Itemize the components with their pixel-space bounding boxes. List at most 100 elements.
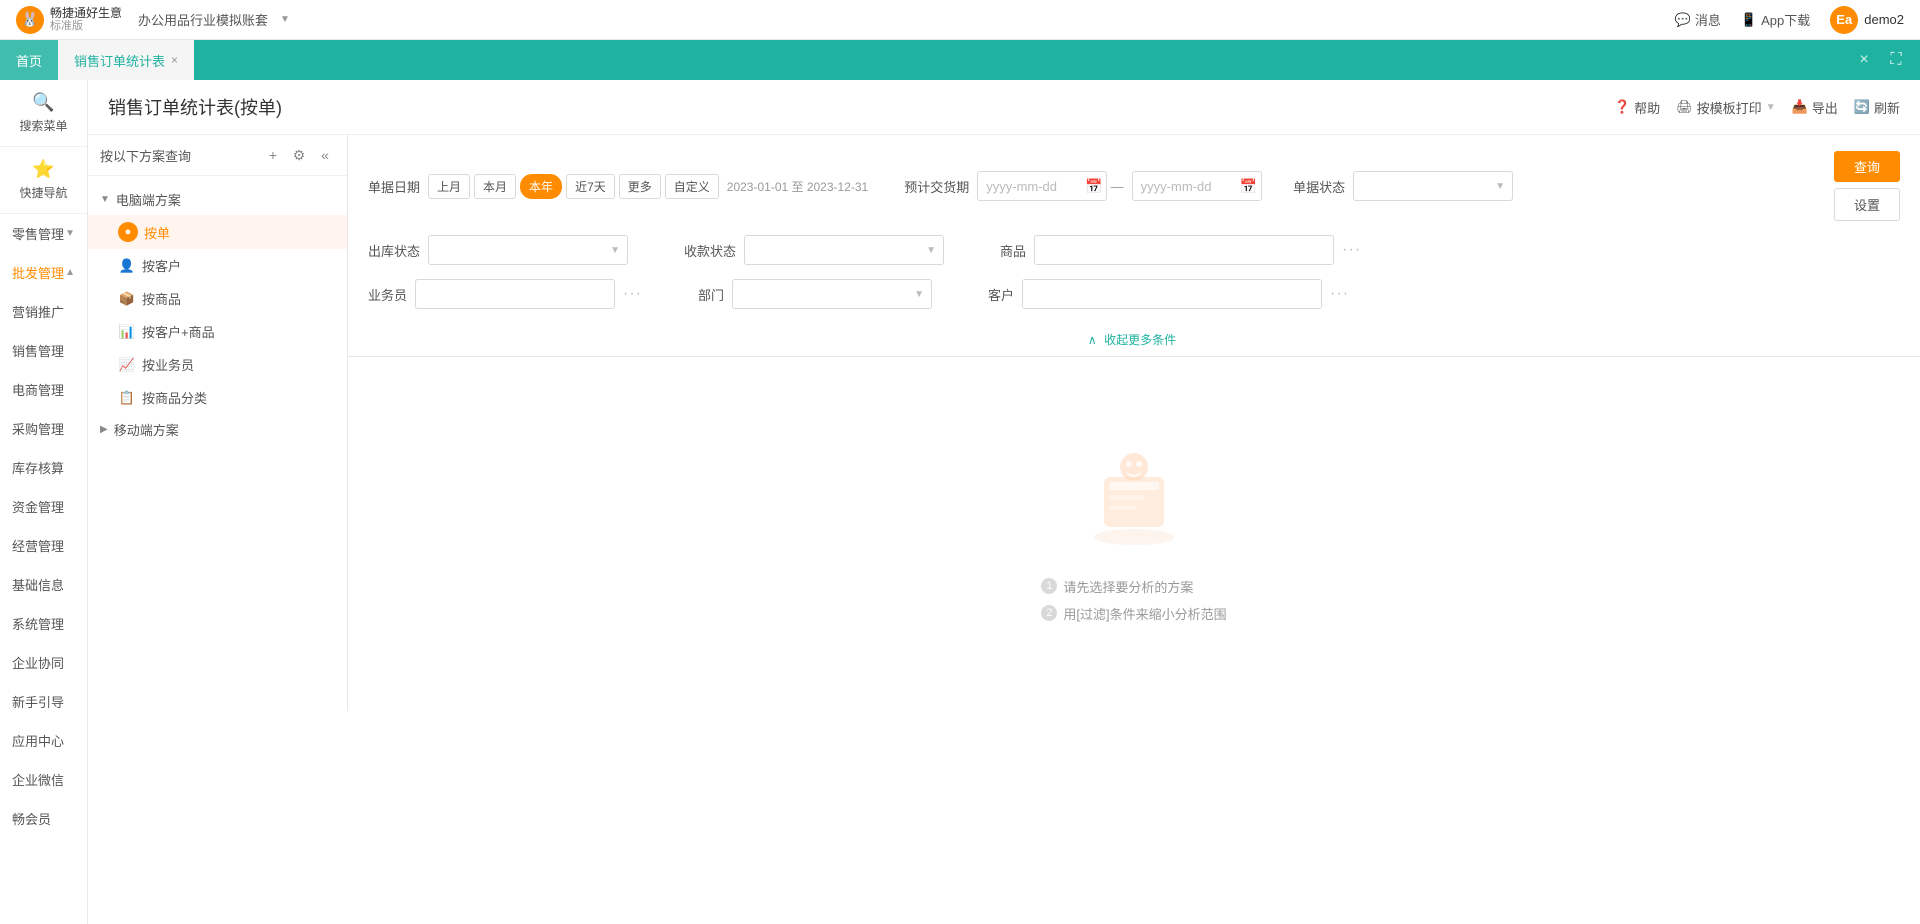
dept-select[interactable] [732, 279, 932, 309]
tab-home[interactable]: 首页 [0, 40, 58, 80]
scheme-collapse-button[interactable]: « [315, 145, 335, 165]
sidebar-item-search[interactable]: 🔍 搜索菜单 [0, 80, 87, 147]
sidebar-item-quicknav[interactable]: ⭐ 快捷导航 [0, 147, 87, 214]
content-area: 销售订单统计表(按单) ❓ 帮助 🖨 按模板打印 ▼ 📥 导出 [88, 80, 1920, 924]
date-btn-last-month[interactable]: 上月 [428, 174, 470, 199]
goods-input[interactable] [1034, 235, 1334, 265]
date-to-input[interactable] [1132, 171, 1262, 201]
customer-more-icon[interactable]: ··· [1330, 285, 1349, 303]
scheme-by-order[interactable]: ● 按单 [88, 215, 347, 249]
user-area[interactable]: Ea demo2 [1830, 6, 1904, 34]
date-btn-this-month[interactable]: 本月 [474, 174, 516, 199]
export-button[interactable]: 📥 导出 [1792, 98, 1838, 117]
sidebar-item-apps[interactable]: 应用中心 [0, 721, 87, 760]
pc-group-arrow-icon: ▼ [100, 194, 110, 205]
date-btn-custom[interactable]: 自定义 [665, 174, 719, 199]
collapse-bar-text: 收起更多条件 [1104, 333, 1176, 347]
date-btn-more[interactable]: 更多 [619, 174, 661, 199]
empty-tip-1: 1 请先选择要分析的方案 [1041, 577, 1226, 596]
collapse-bar[interactable]: ∧ 收起更多条件 [368, 323, 1900, 356]
dept-label: 部门 [698, 285, 724, 304]
scheme-by-customer[interactable]: 👤 按客户 [88, 249, 347, 282]
print-icon: 🖨 [1676, 99, 1693, 115]
sidebar-item-corp[interactable]: 企业协同 [0, 643, 87, 682]
scheme-by-category[interactable]: 📋 按商品分类 [88, 381, 347, 414]
sidebar-item-member[interactable]: 畅会员 [0, 799, 87, 838]
system-title-dropdown-icon[interactable]: ▼ [280, 14, 290, 25]
salesperson-group: 业务员 ··· [368, 279, 642, 309]
receipt-status-select[interactable] [744, 235, 944, 265]
sidebar-item-newbie[interactable]: 新手引导 [0, 682, 87, 721]
sidebar-item-basic[interactable]: 基础信息 [0, 565, 87, 604]
refresh-button[interactable]: 🔄 刷新 [1854, 98, 1900, 117]
date-from-input[interactable] [977, 171, 1107, 201]
dept-group: 部门 ▼ [698, 279, 932, 309]
scheme-by-customer-product[interactable]: 📊 按客户+商品 [88, 315, 347, 348]
tab-fullscreen-button[interactable]: ⛶ [1884, 48, 1908, 72]
message-icon: 💬 [1675, 12, 1691, 28]
date-label: 单据日期 [368, 177, 420, 196]
tab-close-icon[interactable]: × [171, 53, 178, 67]
sidebar-item-purchase[interactable]: 采购管理 [0, 409, 87, 448]
scheme-by-product[interactable]: 📦 按商品 [88, 282, 347, 315]
scheme-tree: ▼ 电脑端方案 ● 按单 👤 按客户 [88, 176, 347, 453]
date-btn-7days[interactable]: 近7天 [566, 174, 615, 199]
sidebar-item-operations[interactable]: 经营管理 [0, 526, 87, 565]
sidebar-item-wechat[interactable]: 企业微信 [0, 760, 87, 799]
message-button[interactable]: 💬 消息 [1675, 10, 1721, 29]
ship-status-select[interactable] [428, 235, 628, 265]
filter-row-3: 业务员 ··· 部门 ▼ [368, 279, 1900, 309]
print-dropdown-icon: ▼ [1766, 102, 1776, 113]
sidebar-item-sales[interactable]: 销售管理 [0, 331, 87, 370]
receipt-status-select-wrapper: ▼ [744, 235, 944, 265]
scheme-by-salesperson[interactable]: 📈 按业务员 [88, 348, 347, 381]
date-btns-group: 上月 本月 本年 近7天 更多 自定义 [428, 174, 719, 199]
scheme-panel-actions: + ⚙ « [263, 145, 335, 165]
active-dot: ● [118, 222, 138, 242]
tab-bar: 首页 销售订单统计表 × × ⛶ [0, 40, 1920, 80]
sidebar-item-inventory[interactable]: 库存核算 [0, 448, 87, 487]
print-button[interactable]: 🖨 按模板打印 ▼ [1676, 98, 1775, 117]
dept-select-wrapper: ▼ [732, 279, 932, 309]
mobile-group-header[interactable]: ▶ 移动端方案 [88, 414, 347, 445]
user-name: demo2 [1864, 12, 1904, 27]
empty-state: 1 请先选择要分析的方案 2 用[过滤]条件来缩小分析范围 [348, 357, 1920, 711]
app-download-button[interactable]: 📱 App下载 [1741, 10, 1810, 29]
date-btn-this-year[interactable]: 本年 [520, 174, 562, 199]
tab-close-window-button[interactable]: × [1852, 48, 1876, 72]
scheme-settings-button[interactable]: ⚙ [289, 145, 309, 165]
scheme-panel-header: 按以下方案查询 + ⚙ « [88, 135, 347, 176]
doc-status-select[interactable] [1353, 171, 1513, 201]
two-panel: 按以下方案查询 + ⚙ « ▼ 电脑端方案 [88, 135, 1920, 711]
refresh-icon: 🔄 [1854, 99, 1870, 115]
goods-more-icon[interactable]: ··· [1342, 241, 1361, 259]
salesperson-more-icon[interactable]: ··· [623, 285, 642, 303]
export-icon: 📥 [1792, 99, 1808, 115]
date-filter-group: 单据日期 上月 本月 本年 近7天 更多 自定义 2023-01-01 至 20… [368, 174, 868, 199]
sidebar-item-finance[interactable]: 资金管理 [0, 487, 87, 526]
date-separator: — [1111, 179, 1124, 194]
date-from-group: 📅 [977, 171, 1102, 201]
quicknav-icon: ⭐ [32, 159, 54, 180]
ship-status-select-wrapper: ▼ [428, 235, 628, 265]
reset-button[interactable]: 设置 [1834, 188, 1900, 221]
receipt-status-label: 收款状态 [684, 241, 736, 260]
sidebar-item-marketing[interactable]: 营销推广 [0, 292, 87, 331]
system-title: 办公用品行业模拟账套 [138, 10, 268, 29]
tab-sales-order-stats[interactable]: 销售订单统计表 × [58, 40, 194, 80]
doc-status-group: 单据状态 ▼ [1293, 171, 1513, 201]
scheme-add-button[interactable]: + [263, 145, 283, 165]
query-button[interactable]: 查询 [1834, 151, 1900, 182]
customer-input[interactable] [1022, 279, 1322, 309]
empty-illustration [1074, 437, 1194, 557]
page-header: 销售订单统计表(按单) ❓ 帮助 🖨 按模板打印 ▼ 📥 导出 [88, 80, 1920, 135]
pc-group-header[interactable]: ▼ 电脑端方案 [88, 184, 347, 215]
app-icon: 📱 [1741, 12, 1757, 28]
sidebar-item-system[interactable]: 系统管理 [0, 604, 87, 643]
help-button[interactable]: ❓ 帮助 [1614, 98, 1660, 117]
receipt-status-group: 收款状态 ▼ [684, 235, 944, 265]
salesperson-input[interactable] [415, 279, 615, 309]
sidebar-item-retail[interactable]: 零售管理 ▼ [0, 214, 87, 253]
sidebar-item-ecommerce[interactable]: 电商管理 [0, 370, 87, 409]
sidebar-item-wholesale[interactable]: 批发管理 ▲ [0, 253, 87, 292]
